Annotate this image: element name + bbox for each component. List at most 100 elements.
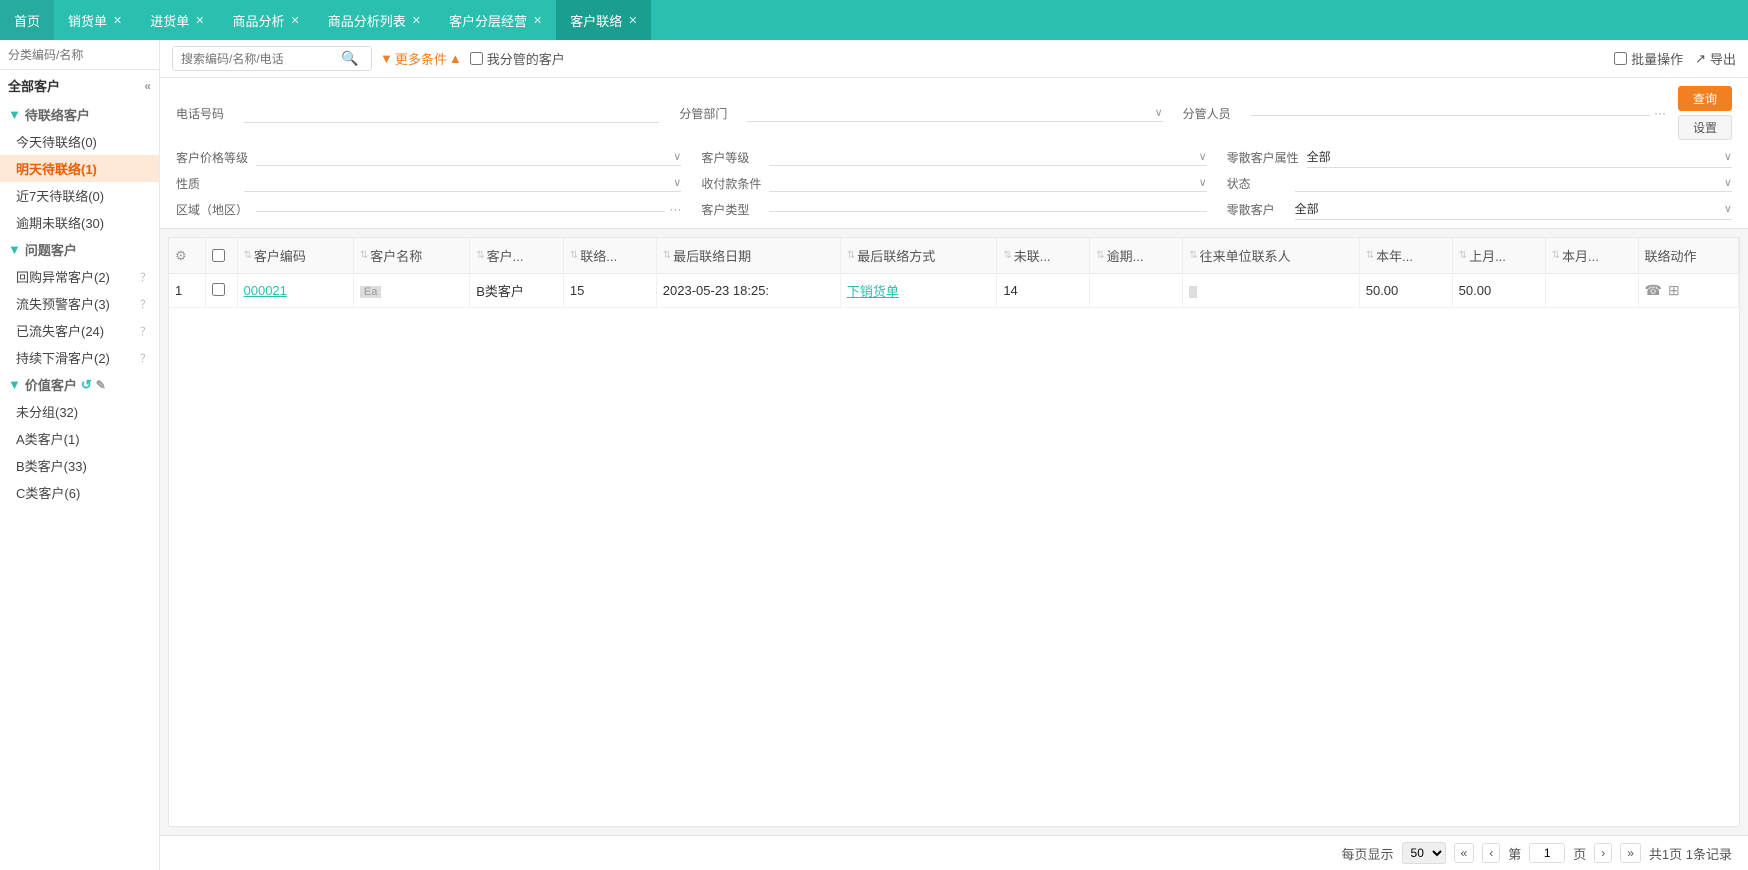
- setting-button[interactable]: 设置: [1678, 115, 1732, 140]
- nav-customer-tier[interactable]: 客户分层经营 ✕: [435, 0, 556, 40]
- sidebar-item-repurchase[interactable]: 回购异常客户(2) ？: [0, 263, 159, 290]
- th-overdue-label: 逾期...: [1107, 246, 1144, 265]
- toolbar-search-input[interactable]: [181, 52, 341, 66]
- sidebar-item-c-class[interactable]: C类客户(6): [0, 479, 159, 506]
- filter-status-select[interactable]: ∨: [1295, 174, 1732, 192]
- filter-customer-level-select[interactable]: ∨: [769, 148, 1206, 166]
- last-contact-method-link[interactable]: 下销货单: [847, 284, 899, 299]
- filter-region-label: 区域（地区）: [176, 201, 248, 218]
- td-customer-name: Ea: [353, 274, 469, 308]
- filter-region-dots[interactable]: ···: [669, 202, 681, 216]
- td-seq: 1: [169, 274, 205, 308]
- sidebar-group-value-refresh[interactable]: ↺: [81, 377, 92, 393]
- export-button[interactable]: ↗ 导出: [1695, 49, 1736, 68]
- filter-phone-input[interactable]: [244, 104, 659, 123]
- my-customers-check[interactable]: [470, 52, 483, 65]
- sidebar-item-churned-help[interactable]: ？: [140, 323, 151, 339]
- page-input[interactable]: [1529, 843, 1565, 863]
- nav-sales[interactable]: 销货单 ✕: [54, 0, 136, 40]
- filter-dept-select[interactable]: ∨: [747, 104, 1162, 122]
- filter-status: 状态 ∨: [1227, 174, 1732, 192]
- nav-purchase-close[interactable]: ✕: [195, 14, 204, 27]
- sidebar-item-repurchase-help[interactable]: ？: [140, 269, 151, 285]
- nav-customer-contact-close[interactable]: ✕: [628, 14, 637, 27]
- query-button[interactable]: 查询: [1678, 86, 1732, 111]
- row-checkbox[interactable]: [212, 283, 225, 296]
- nav-product-analysis[interactable]: 商品分析 ✕: [218, 0, 313, 40]
- nav-product-list[interactable]: 商品分析列表 ✕: [314, 0, 435, 40]
- filter-price-level-select[interactable]: ∨: [256, 148, 681, 166]
- sidebar-item-churn-warning[interactable]: 流失预警客户(3) ？: [0, 290, 159, 317]
- more-filters-button[interactable]: ▼ 更多条件 ▲: [380, 49, 462, 68]
- toolbar: 🔍 ▼ 更多条件 ▲ 我分管的客户 批量操作 ↗ 导出: [160, 40, 1748, 78]
- sidebar-item-b-class[interactable]: B类客户(33): [0, 452, 159, 479]
- sidebar-item-ungrouped[interactable]: 未分组(32): [0, 398, 159, 425]
- batch-op-button[interactable]: 批量操作: [1614, 49, 1683, 68]
- th-checkbox: [205, 238, 237, 274]
- sidebar-item-churned[interactable]: 已流失客户(24) ？: [0, 317, 159, 344]
- sidebar-search-input[interactable]: [8, 48, 160, 62]
- sidebar-item-b-class-label: B类客户(33): [16, 456, 87, 475]
- filter-retail-attr-select[interactable]: 全部 ∨: [1307, 146, 1732, 168]
- td-this-year: 50.00: [1359, 274, 1452, 308]
- total-label: 共1页 1条记录: [1649, 844, 1732, 863]
- sidebar-item-declining-help[interactable]: ？: [140, 350, 151, 366]
- filter-payment-select[interactable]: ∨: [769, 174, 1206, 192]
- sidebar-item-tomorrow-label: 明天待联络(1): [16, 159, 97, 178]
- sidebar-item-tomorrow[interactable]: 明天待联络(1): [0, 155, 159, 182]
- sidebar-all-customers[interactable]: 全部客户 «: [0, 70, 159, 101]
- filter-retail-customer-label: 零散客户: [1227, 201, 1287, 218]
- table-header-row: ⚙ ⇅ 客户编码: [169, 238, 1739, 274]
- filter-customer-level-label: 客户等级: [701, 149, 761, 166]
- filter-region-select[interactable]: [256, 207, 665, 212]
- nav-product-analysis-close[interactable]: ✕: [291, 14, 300, 27]
- page-size-select[interactable]: 50: [1402, 842, 1446, 864]
- nav-home-label: 首页: [14, 11, 40, 30]
- table-body: 1 000021 Ea B类客户 15 2023-05-23 18:25:: [169, 274, 1739, 308]
- sidebar-item-overdue[interactable]: 逾期未联络(30): [0, 209, 159, 236]
- filter-manager-dots[interactable]: ···: [1654, 106, 1666, 120]
- filter-customer-level: 客户等级 ∨: [701, 148, 1206, 166]
- sidebar-item-7days[interactable]: 近7天待联络(0): [0, 182, 159, 209]
- th-last-date-sort-icon: ⇅: [663, 250, 671, 261]
- row-action-qr-icon[interactable]: ⊞: [1668, 282, 1680, 299]
- batch-op-check[interactable]: [1614, 52, 1627, 65]
- sidebar-item-churn-warning-help[interactable]: ？: [140, 296, 151, 312]
- filter-manager: 分管人员 ···: [1183, 105, 1666, 122]
- toolbar-search-icon[interactable]: 🔍: [341, 50, 358, 67]
- nav-sales-close[interactable]: ✕: [113, 14, 122, 27]
- th-contact-person: ⇅ 往来单位联系人: [1183, 238, 1360, 274]
- filter-icon: ▼: [380, 51, 393, 66]
- filter-customer-type-select[interactable]: [769, 207, 1206, 212]
- nav-home[interactable]: 首页: [0, 0, 54, 40]
- sidebar-item-today[interactable]: 今天待联络(0): [0, 128, 159, 155]
- th-overdue: ⇅ 逾期...: [1090, 238, 1183, 274]
- filter-manager-select[interactable]: [1251, 111, 1650, 116]
- prev-page-button[interactable]: ‹: [1482, 843, 1500, 863]
- nav-customer-tier-close[interactable]: ✕: [533, 14, 542, 27]
- sidebar-item-today-label: 今天待联络(0): [16, 132, 97, 151]
- filter-price-level: 客户价格等级 ∨: [176, 148, 681, 166]
- nav-customer-contact[interactable]: 客户联络 ✕: [556, 0, 651, 40]
- nav-purchase[interactable]: 进货单 ✕: [136, 0, 218, 40]
- sidebar-group-value-edit[interactable]: ✎: [96, 378, 106, 392]
- page-label: 第: [1508, 844, 1521, 863]
- filter-payment: 收付款条件 ∨: [701, 174, 1206, 192]
- row-action-phone-icon[interactable]: ☎: [1645, 282, 1662, 299]
- sidebar-collapse-icon[interactable]: «: [144, 79, 151, 93]
- settings-icon[interactable]: ⚙: [175, 248, 187, 264]
- nav-product-list-close[interactable]: ✕: [412, 14, 421, 27]
- filter-retail-customer-select[interactable]: 全部 ∨: [1295, 198, 1732, 220]
- filter-nature-select[interactable]: ∨: [244, 174, 681, 192]
- sidebar-group-pending-arrow: ▼: [8, 107, 21, 122]
- td-actions: ☎ ⊞: [1638, 274, 1738, 308]
- sidebar-item-a-class[interactable]: A类客户(1): [0, 425, 159, 452]
- filter-status-chevron: ∨: [1724, 176, 1732, 189]
- next-page-button[interactable]: ›: [1594, 843, 1612, 863]
- last-page-button[interactable]: »: [1620, 843, 1641, 863]
- first-page-button[interactable]: «: [1454, 843, 1475, 863]
- filter-region: 区域（地区） ···: [176, 201, 681, 218]
- sidebar-item-declining[interactable]: 持续下滑客户(2) ？: [0, 344, 159, 371]
- customer-code-link[interactable]: 000021: [244, 283, 287, 298]
- th-select-all[interactable]: [212, 249, 225, 262]
